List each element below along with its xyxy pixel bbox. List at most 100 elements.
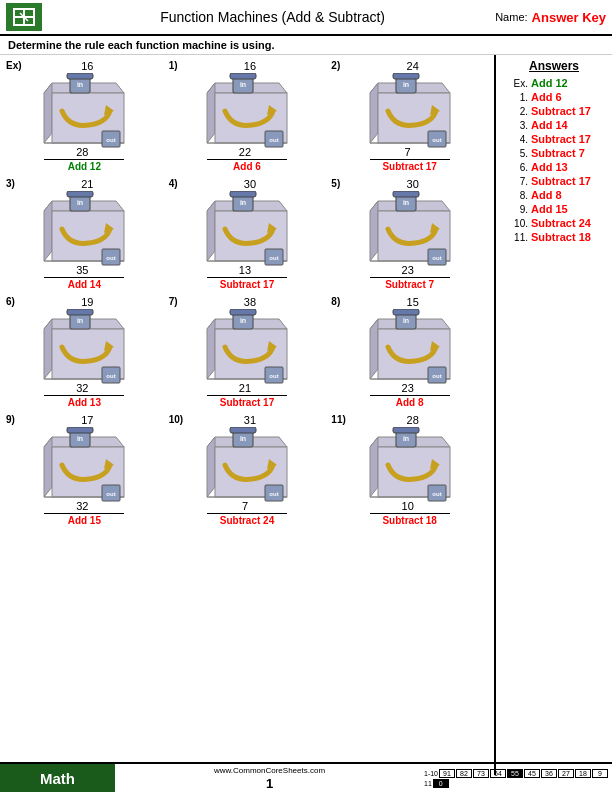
- rule-text: Subtract 17: [220, 397, 274, 408]
- svg-text:in: in: [403, 81, 409, 88]
- machine-svg: inout: [34, 73, 134, 148]
- input-number: 19: [28, 296, 147, 308]
- problem-label: 6): [6, 296, 28, 307]
- svg-marker-65: [44, 319, 52, 379]
- svg-rect-79: [230, 309, 256, 315]
- problem-label: 10): [169, 414, 191, 425]
- answer-num: 8.: [502, 190, 528, 201]
- svg-text:in: in: [403, 435, 409, 442]
- problem-label: 5): [331, 178, 353, 189]
- output-number: 21: [167, 382, 324, 394]
- svg-text:in: in: [77, 435, 83, 442]
- input-number: 17: [28, 414, 147, 426]
- answer-num: 1.: [502, 92, 528, 103]
- output-number: 10: [329, 500, 486, 512]
- problem-8: 8)15inout23Add 8: [329, 294, 490, 410]
- svg-rect-99: [67, 427, 93, 433]
- svg-text:out: out: [269, 255, 278, 261]
- svg-rect-29: [393, 73, 419, 79]
- svg-text:out: out: [107, 255, 116, 261]
- output-number: 22: [167, 146, 324, 158]
- svg-text:out: out: [432, 491, 441, 497]
- problem-label: 9): [6, 414, 28, 425]
- svg-text:out: out: [269, 491, 278, 497]
- answer-num: 10.: [502, 218, 528, 229]
- answer-value: Add 13: [531, 161, 568, 173]
- input-number: 30: [353, 178, 472, 190]
- output-number: 7: [329, 146, 486, 158]
- answer-value: Add 6: [531, 91, 562, 103]
- answer-key-row: Ex.Add 12: [502, 77, 606, 89]
- svg-marker-5: [44, 83, 52, 143]
- svg-rect-49: [230, 191, 256, 197]
- svg-text:in: in: [77, 317, 83, 324]
- svg-rect-69: [67, 309, 93, 315]
- problem-label: 8): [331, 296, 353, 307]
- machine-svg: inout: [360, 309, 460, 384]
- answer-num: 6.: [502, 162, 528, 173]
- instructions: Determine the rule each function machine…: [0, 36, 612, 55]
- output-number: 13: [167, 264, 324, 276]
- answer-key-row: 9.Add 15: [502, 203, 606, 215]
- rule-text: Add 13: [68, 397, 101, 408]
- answer-num: 7.: [502, 176, 528, 187]
- header-title: Function Machines (Add & Subtract): [50, 9, 495, 25]
- svg-rect-39: [67, 191, 93, 197]
- answer-value: Add 8: [531, 189, 562, 201]
- input-number: 28: [353, 414, 472, 426]
- answer-key-label: Answer Key: [532, 10, 606, 25]
- answer-num: 9.: [502, 204, 528, 215]
- input-number: 38: [191, 296, 310, 308]
- rule-text: Add 8: [396, 397, 424, 408]
- svg-text:in: in: [240, 199, 246, 206]
- answer-value: Subtract 18: [531, 231, 591, 243]
- answer-key-row: 8.Add 8: [502, 189, 606, 201]
- answer-key-row: 2.Subtract 17: [502, 105, 606, 117]
- answer-value: Subtract 17: [531, 133, 591, 145]
- answer-key-title: Answers: [502, 59, 606, 73]
- machine-svg: in out: [34, 427, 134, 502]
- rule-text: Add 15: [68, 515, 101, 526]
- answer-key-row: 6.Add 13: [502, 161, 606, 173]
- input-number: 15: [353, 296, 472, 308]
- answer-value: Subtract 17: [531, 175, 591, 187]
- rule-text: Add 14: [68, 279, 101, 290]
- svg-text:in: in: [240, 317, 246, 324]
- answer-key-row: 7.Subtract 17: [502, 175, 606, 187]
- svg-text:in: in: [240, 81, 246, 88]
- svg-text:in: in: [77, 199, 83, 206]
- svg-text:out: out: [107, 491, 116, 497]
- svg-marker-45: [207, 201, 215, 261]
- svg-marker-75: [207, 319, 215, 379]
- machine-svg: inout: [360, 191, 460, 266]
- problem-label: 7): [169, 296, 191, 307]
- input-number: 31: [191, 414, 310, 426]
- header-icon: [6, 3, 42, 31]
- answer-value: Subtract 24: [531, 217, 591, 229]
- footer-website: www.CommonCoreSheets.com: [214, 766, 325, 775]
- output-number: 7: [167, 500, 324, 512]
- rule-text: Subtract 7: [385, 279, 434, 290]
- header-name: Name:: [495, 11, 527, 23]
- answer-key-row: 10.Subtract 24: [502, 217, 606, 229]
- footer-page: 1: [266, 776, 273, 791]
- answer-num: 4.: [502, 134, 528, 145]
- svg-rect-9: [67, 73, 93, 79]
- svg-marker-85: [370, 319, 378, 379]
- problem-ex: Ex)16inout28Add 12: [4, 58, 165, 174]
- machine-svg: in out: [197, 191, 297, 266]
- svg-rect-89: [393, 309, 419, 315]
- answer-num: Ex.: [502, 78, 528, 89]
- problem-10: 10)31inout7Subtract 24: [167, 412, 328, 528]
- problem-4: 4)30inout13Subtract 17: [167, 176, 328, 292]
- answer-num: 2.: [502, 106, 528, 117]
- svg-rect-119: [393, 427, 419, 433]
- problem-label: 1): [169, 60, 191, 71]
- svg-rect-19: [230, 73, 256, 79]
- output-number: 23: [329, 264, 486, 276]
- svg-text:in: in: [403, 199, 409, 206]
- answer-value: Add 15: [531, 203, 568, 215]
- problem-11: 11)28inout10Subtract 18: [329, 412, 490, 528]
- problem-7: 7)38inout21Subtract 17: [167, 294, 328, 410]
- output-number: 32: [4, 382, 161, 394]
